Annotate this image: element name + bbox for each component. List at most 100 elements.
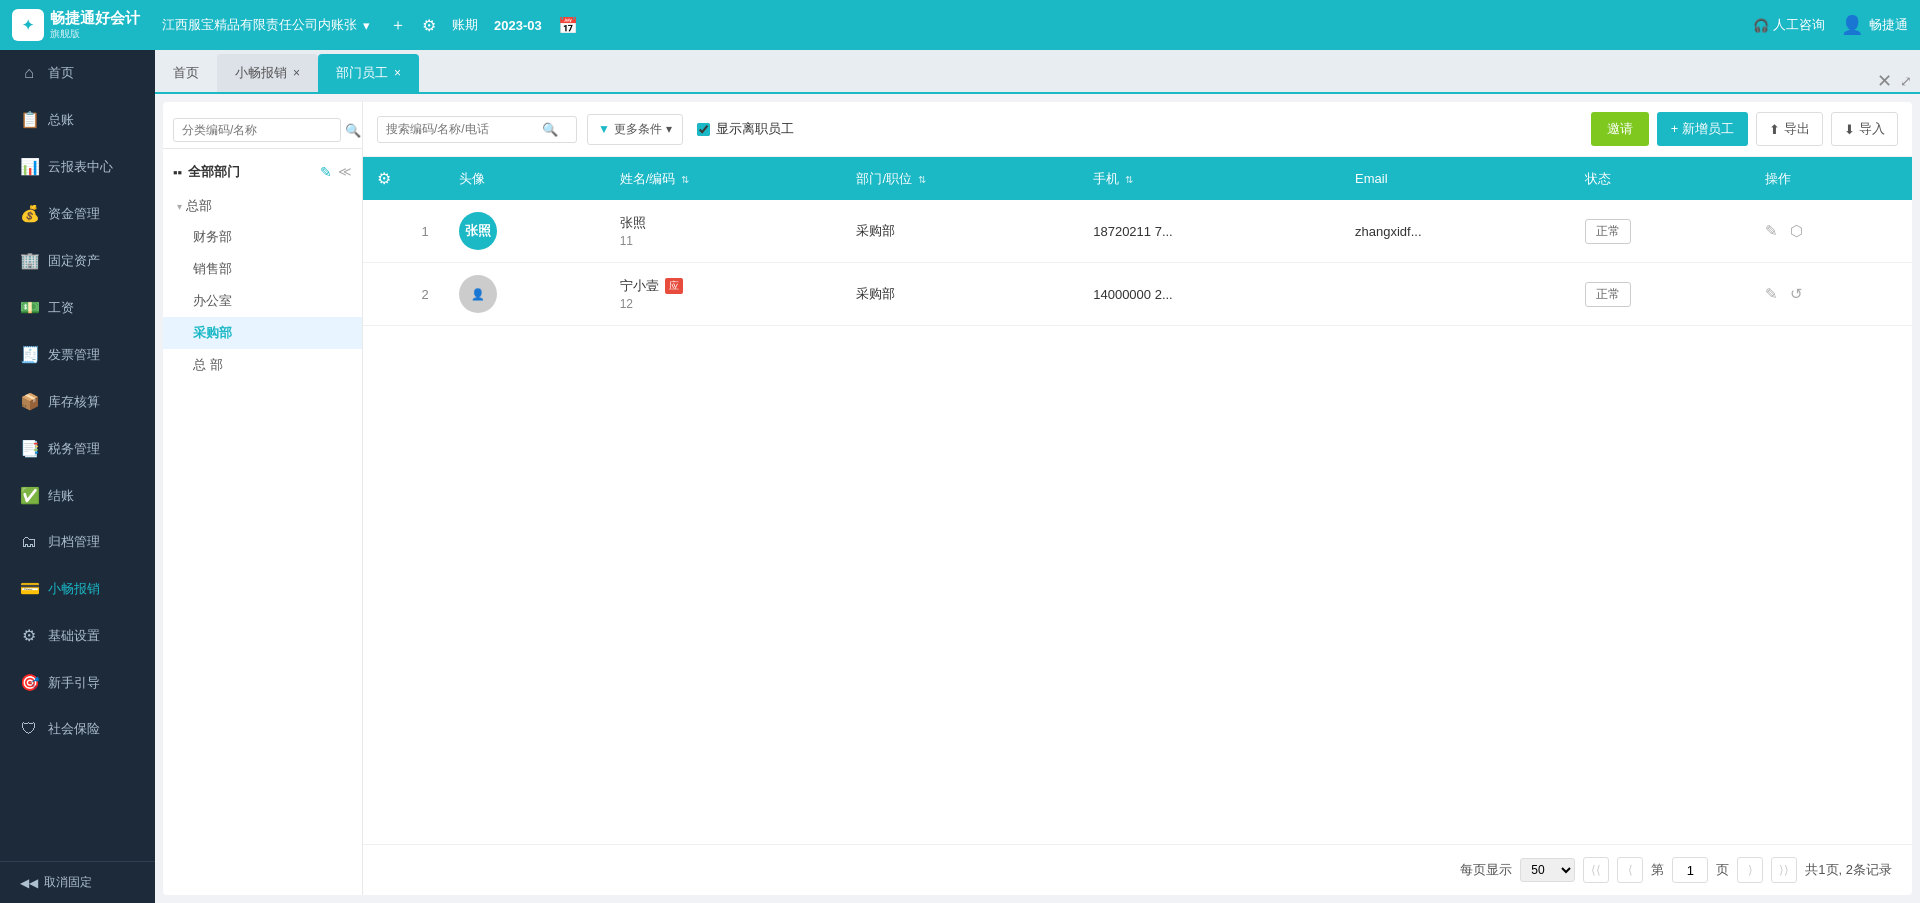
table-settings-icon[interactable]: ⚙ [377, 169, 391, 188]
phone-sort-icon[interactable]: ⇅ [1125, 174, 1133, 185]
all-departments-button[interactable]: ▪▪ 全部部门 [173, 163, 240, 181]
collapse-tree-icon[interactable]: ≪ [338, 164, 352, 180]
row1-checkbox-cell [363, 200, 405, 263]
col-name[interactable]: 姓名/编码 ⇅ [606, 157, 843, 200]
row2-name-cell: 宁小壹 应 12 [606, 263, 843, 326]
dept-group-head: ▾ 总部 财务部 销售部 办公室 采购部 [163, 189, 362, 383]
sidebar-item-checkout[interactable]: ✅ 结账 [0, 472, 155, 519]
show-resigned-checkbox[interactable] [697, 123, 710, 136]
col-settings[interactable]: ⚙ [363, 157, 405, 200]
sidebar-item-guide[interactable]: 🎯 新手引导 [0, 659, 155, 706]
archive-icon: 🗂 [20, 533, 38, 551]
sidebar-item-assets[interactable]: 🏢 固定资产 [0, 237, 155, 284]
tab-department[interactable]: 部门员工 × [318, 54, 419, 92]
row1-dept-cell: 采购部 [842, 200, 1079, 263]
per-page-select[interactable]: 50 20 100 [1520, 858, 1575, 882]
pin-icon: ◀◀ [20, 876, 38, 890]
tab-expense-close[interactable]: × [293, 66, 300, 80]
edit-employee-icon[interactable]: ✎ [1765, 285, 1778, 303]
logout-employee-icon[interactable]: ⬡ [1790, 222, 1803, 240]
dept-search-input[interactable] [173, 118, 341, 142]
employee-table: ⚙ 头像 姓名/编码 ⇅ 部门/职位 ⇅ [363, 157, 1912, 326]
filter-icon: ▼ [598, 122, 610, 136]
invite-button[interactable]: 邀请 [1591, 112, 1649, 146]
delete-employee-icon[interactable]: ↺ [1790, 285, 1803, 303]
user-area[interactable]: 👤 畅捷通 [1841, 14, 1908, 36]
dept-header-icons: ✎ ≪ [320, 164, 352, 180]
row2-avatar-cell: 👤 [445, 263, 606, 326]
row2-actions-cell: ✎ ↺ [1751, 263, 1912, 326]
col-num [405, 157, 445, 200]
status-badge: 正常 [1585, 219, 1631, 244]
col-avatar: 头像 [445, 157, 606, 200]
inventory-icon: 📦 [20, 392, 38, 411]
sidebar-item-invoice[interactable]: 🧾 发票管理 [0, 331, 155, 378]
cancel-fixed-button[interactable]: ◀◀ 取消固定 [0, 861, 155, 903]
sidebar-item-settings[interactable]: ⚙ 基础设置 [0, 612, 155, 659]
col-email: Email [1341, 157, 1571, 200]
employee-search-wrap: 🔍 [377, 116, 577, 143]
dept-search-icon[interactable]: 🔍 [345, 123, 361, 138]
dept-search-area: 🔍 [163, 112, 362, 149]
dept-item-finance[interactable]: 财务部 [163, 221, 362, 253]
prev-page-button[interactable]: ⟨ [1617, 857, 1643, 883]
col-dept[interactable]: 部门/职位 ⇅ [842, 157, 1079, 200]
first-page-button[interactable]: ⟨⟨ [1583, 857, 1609, 883]
add-icon[interactable]: ＋ [390, 15, 406, 36]
tab-department-close[interactable]: × [394, 66, 401, 80]
company-selector[interactable]: 江西服宝精品有限责任公司内账张 ▾ [162, 16, 370, 34]
row1-phone-cell: 18720211 7... [1079, 200, 1341, 263]
employee-area: 🔍 ▼ 更多条件 ▾ 显示离职员工 邀请 + 新增员工 [363, 102, 1912, 895]
more-filter-button[interactable]: ▼ 更多条件 ▾ [587, 114, 683, 145]
sidebar-item-tax[interactable]: 📑 税务管理 [0, 425, 155, 472]
col-phone[interactable]: 手机 ⇅ [1079, 157, 1341, 200]
dept-item-sales[interactable]: 销售部 [163, 253, 362, 285]
expense-icon: 💳 [20, 579, 38, 598]
show-resigned-checkbox-wrap[interactable]: 显示离职员工 [697, 120, 794, 138]
last-page-button[interactable]: ⟩⟩ [1771, 857, 1797, 883]
import-button[interactable]: ⬇ 导入 [1831, 112, 1898, 146]
top-bar-right: 🎧 人工咨询 👤 畅捷通 [1753, 14, 1908, 36]
dept-sort-icon[interactable]: ⇅ [918, 174, 926, 185]
avatar: 👤 [459, 275, 497, 313]
import-icon: ⬇ [1844, 122, 1855, 137]
dept-item-office[interactable]: 办公室 [163, 285, 362, 317]
expand-window-icon[interactable]: ⤢ [1900, 73, 1912, 89]
dept-item-headquarters[interactable]: 总 部 [163, 349, 362, 381]
employee-search-icon[interactable]: 🔍 [542, 122, 558, 137]
tab-home[interactable]: 首页 [155, 54, 217, 92]
sidebar-item-inventory[interactable]: 📦 库存核算 [0, 378, 155, 425]
sidebar-item-ledger[interactable]: 📋 总账 [0, 96, 155, 143]
sidebar-item-archive[interactable]: 🗂 归档管理 [0, 519, 155, 565]
sidebar-item-reports[interactable]: 📊 云报表中心 [0, 143, 155, 190]
filter-chevron-icon: ▾ [666, 122, 672, 136]
sidebar-item-insurance[interactable]: 🛡 社会保险 [0, 706, 155, 752]
sidebar-item-home[interactable]: ⌂ 首页 [0, 50, 155, 96]
calendar-icon[interactable]: 📅 [558, 16, 578, 35]
dept-item-purchase[interactable]: 采购部 [163, 317, 362, 349]
row1-num: 1 [405, 200, 445, 263]
row2-checkbox-cell [363, 263, 405, 326]
name-sort-icon[interactable]: ⇅ [681, 174, 689, 185]
pagination: 每页显示 50 20 100 ⟨⟨ ⟨ 第 1 页 ⟩ ⟩⟩ 共1页, 2条记录 [363, 844, 1912, 895]
checkout-icon: ✅ [20, 486, 38, 505]
dropdown-icon: ▾ [363, 18, 370, 33]
dept-group-title-head[interactable]: ▾ 总部 [163, 191, 362, 221]
sidebar-item-funds[interactable]: 💰 资金管理 [0, 190, 155, 237]
page-content: 🔍 ▪▪ 全部部门 ✎ ≪ ▾ 总部 [163, 102, 1912, 895]
row1-email-cell: zhangxidf... [1341, 200, 1571, 263]
page-number-input[interactable]: 1 [1672, 857, 1708, 883]
employee-search-input[interactable] [386, 122, 536, 136]
add-employee-button[interactable]: + 新增员工 [1657, 112, 1748, 146]
export-button[interactable]: ⬆ 导出 [1756, 112, 1823, 146]
sidebar-item-payroll[interactable]: 💵 工资 [0, 284, 155, 331]
edit-employee-icon[interactable]: ✎ [1765, 222, 1778, 240]
edit-dept-icon[interactable]: ✎ [320, 164, 332, 180]
tax-icon: 📑 [20, 439, 38, 458]
tab-expense[interactable]: 小畅报销 × [217, 54, 318, 92]
service-button[interactable]: 🎧 人工咨询 [1753, 16, 1825, 34]
settings-icon[interactable]: ⚙ [422, 16, 436, 35]
next-page-button[interactable]: ⟩ [1737, 857, 1763, 883]
close-window-icon[interactable]: ✕ [1877, 70, 1892, 92]
sidebar-item-expense[interactable]: 💳 小畅报销 [0, 565, 155, 612]
